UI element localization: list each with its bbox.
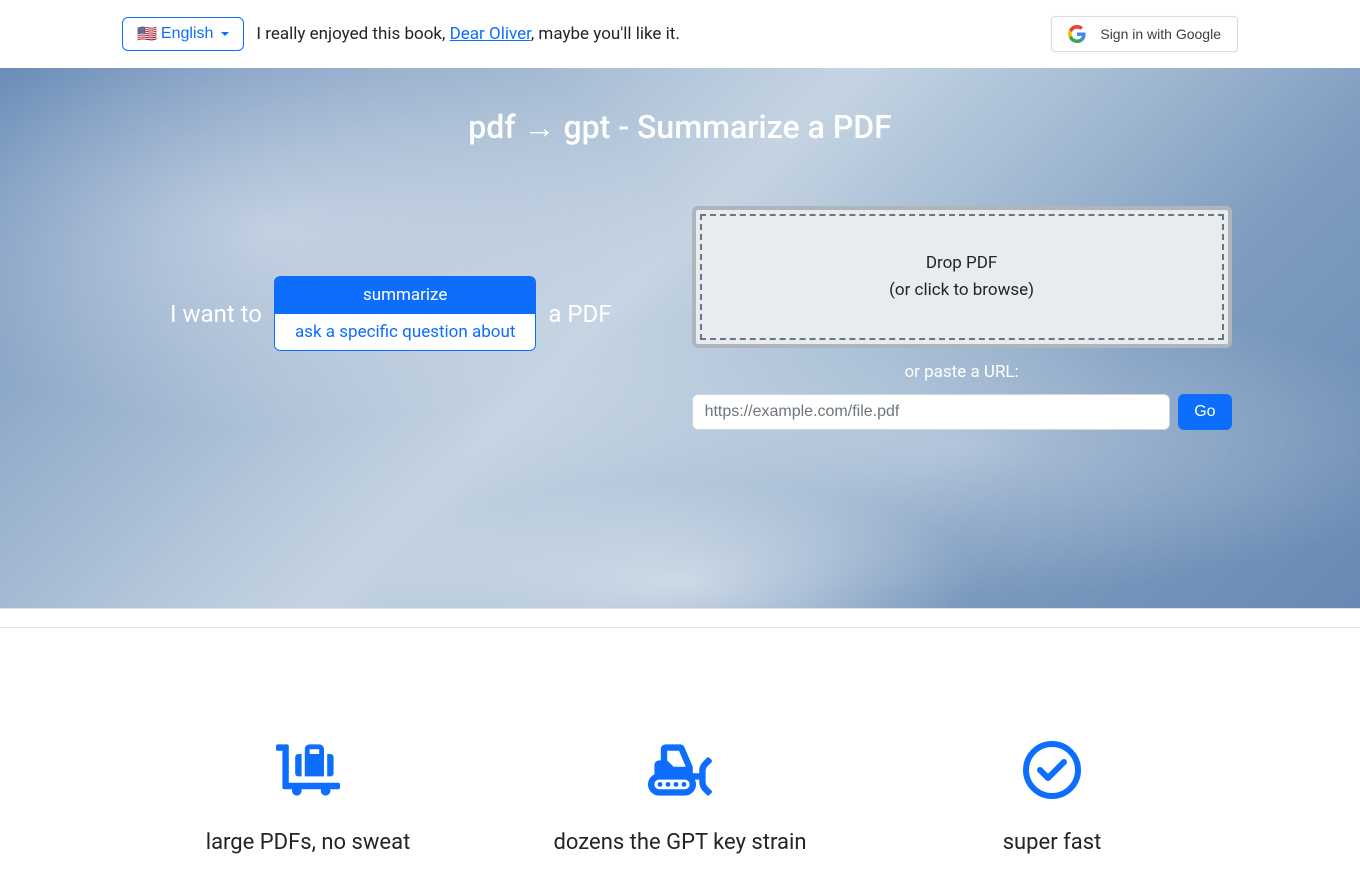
action-selector-row: I want to summarize ask a specific quest… [170,276,612,351]
option-ask-question[interactable]: ask a specific question about [274,314,536,351]
hero-section: pdf → gpt - Summarize a PDF I want to su… [0,68,1360,608]
flag-icon: 🇺🇸 [137,24,157,44]
topbar: 🇺🇸 English I really enjoyed this book, D… [0,0,1360,68]
language-selector[interactable]: 🇺🇸 English [122,17,244,51]
feature-large-pdfs: large PDFs, no sweat [122,738,494,855]
option-summarize[interactable]: summarize [274,276,536,314]
dropzone-inner: Drop PDF (or click to browse) [700,214,1224,340]
dropzone-line1: Drop PDF [722,250,1202,277]
action-option-group: summarize ask a specific question about [274,276,536,351]
promo-suffix: , maybe you'll like it. [531,24,680,44]
check-circle-icon [1020,738,1084,802]
promo-link[interactable]: Dear Oliver [450,24,531,44]
url-label: or paste a URL: [692,362,1232,382]
go-button[interactable]: Go [1178,394,1231,430]
url-input[interactable] [692,394,1171,430]
action-suffix: a PDF [548,300,611,328]
url-row: Go [692,394,1232,430]
page-title: pdf → gpt - Summarize a PDF [122,108,1238,146]
divider [0,608,1360,628]
feature-fast: super fast [866,738,1238,855]
feature-title: dozens the GPT key strain [554,830,807,855]
feature-title: large PDFs, no sweat [206,830,411,855]
pdf-dropzone[interactable]: Drop PDF (or click to browse) [692,206,1232,348]
promo-text: I really enjoyed this book, Dear Oliver,… [256,24,679,44]
google-signin-label: Sign in with Google [1100,26,1221,42]
snowplow-icon [648,738,712,802]
features-section: large PDFs, no sweat dozens the GPT key … [0,628,1360,875]
google-icon [1068,25,1086,43]
google-signin-button[interactable]: Sign in with Google [1051,16,1238,52]
dropzone-line2: (or click to browse) [722,277,1202,304]
language-label: English [161,25,213,43]
feature-gpt-key: dozens the GPT key strain [494,738,866,855]
luggage-cart-icon [276,738,340,802]
upload-column: Drop PDF (or click to browse) or paste a… [692,206,1232,430]
feature-title: super fast [1003,830,1102,855]
action-prefix: I want to [170,300,262,328]
promo-prefix: I really enjoyed this book, [256,24,449,44]
